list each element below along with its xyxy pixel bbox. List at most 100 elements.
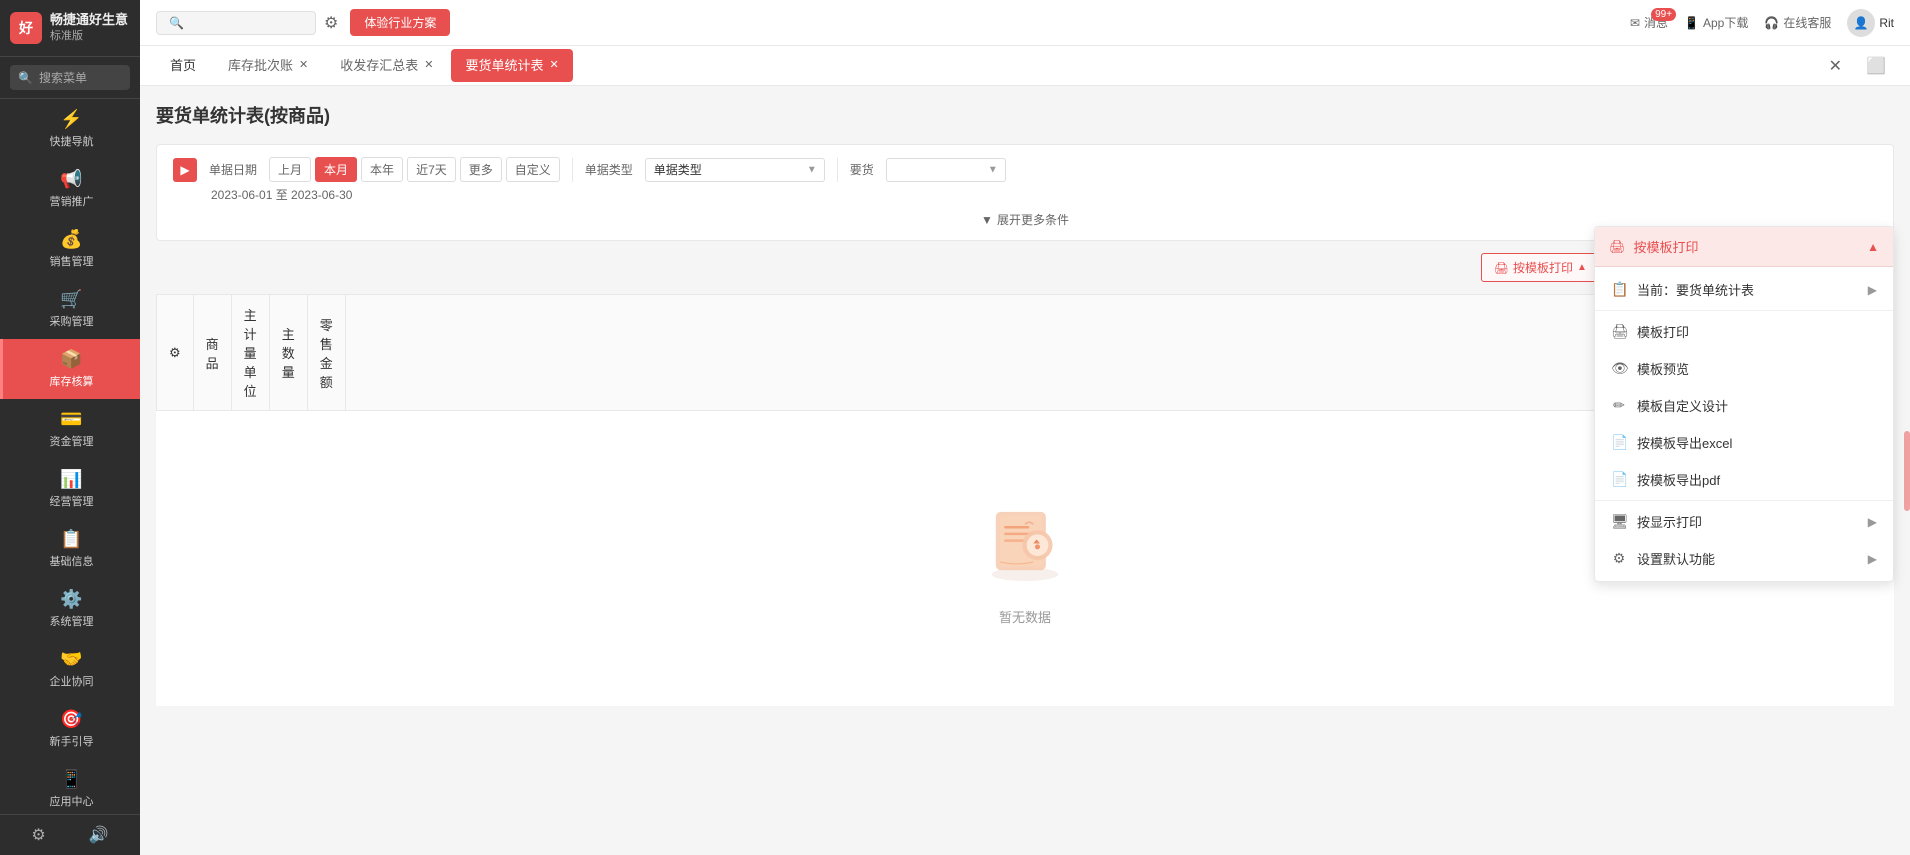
tab-bar: 首页 库存批次账 ✕ 收发存汇总表 ✕ 要货单统计表 ✕ ✕ ⬜ (140, 46, 1910, 86)
sidebar-item-system[interactable]: ⚙️ 系统管理 (0, 579, 140, 639)
date-btn-custom[interactable]: 自定义 (506, 157, 560, 182)
sidebar: 好 畅捷通好生意 标准版 🔍 搜索菜单 ⚡ 快捷导航 📢 营销推广 💰 销售管理… (0, 0, 140, 855)
top-search-box[interactable]: 🔍 (156, 11, 316, 35)
filter-collapse-btn[interactable]: ▶ (173, 158, 197, 182)
tab-receipts[interactable]: 收发存汇总表 ✕ (326, 49, 447, 82)
sidebar-item-finance[interactable]: 💳 资金管理 (0, 399, 140, 459)
system-icon: ⚙️ (60, 589, 82, 610)
tab-close-window-btn[interactable]: ✕ (1821, 53, 1850, 79)
home-label: 首页 (170, 55, 196, 74)
tab-receipts-close[interactable]: ✕ (424, 58, 433, 71)
filter-divider-1 (572, 158, 573, 182)
expand-icon: ▼ (981, 213, 993, 227)
sidebar-item-label-shortcut: 快捷导航 (50, 133, 94, 149)
main-content: 🔍 ⚙ 体验行业方案 ✉ 消息 99+ 📱 App下载 🎧 在线客服 👤 (140, 0, 1910, 855)
sidebar-item-label-finance: 资金管理 (50, 433, 94, 449)
sidebar-bottom: ⚙ 🔊 (0, 814, 140, 855)
logo-text: 畅捷通好生意 标准版 (50, 12, 128, 43)
date-btn-more[interactable]: 更多 (460, 157, 502, 182)
filter-divider-2 (837, 158, 838, 182)
message-icon: ✉ (1630, 16, 1640, 30)
current-template-icon: 📋 (1611, 281, 1627, 298)
tab-orders[interactable]: 要货单统计表 ✕ (451, 49, 572, 82)
export-excel-item[interactable]: 📄 按模板导出excel (1595, 424, 1893, 461)
sidebar-item-marketing[interactable]: 📢 营销推广 (0, 159, 140, 219)
date-btn-this-year[interactable]: 本年 (361, 157, 403, 182)
date-btn-last7[interactable]: 近7天 (407, 157, 456, 182)
template-preview-item[interactable]: 👁 模板预览 (1595, 350, 1893, 387)
inventory-icon: 📦 (60, 349, 82, 370)
sidebar-item-shortcut[interactable]: ⚡ 快捷导航 (0, 99, 140, 159)
filter-collapse-icon: ▶ (180, 163, 189, 177)
sidebar-item-sales[interactable]: 💰 销售管理 (0, 219, 140, 279)
page-title: 要货单统计表(按商品) (156, 102, 1894, 128)
apps-icon: 📱 (60, 769, 82, 790)
export-pdf-item[interactable]: 📄 按模板导出pdf (1595, 461, 1893, 498)
empty-illustration (975, 491, 1075, 591)
printer-icon: 🖨 (1494, 261, 1509, 275)
default-function-item[interactable]: ⚙ 设置默认功能 ▶ (1595, 540, 1893, 577)
search-box[interactable]: 🔍 搜索菜单 (10, 65, 130, 90)
sidebar-search-area[interactable]: 🔍 搜索菜单 (0, 57, 140, 99)
print-dropdown-header-right: ▲ (1867, 240, 1879, 254)
trial-button[interactable]: 体验行业方案 (350, 9, 450, 36)
sidebar-item-label-basic: 基础信息 (50, 553, 94, 569)
order-type-label: 单据类型 (585, 161, 633, 178)
message-area[interactable]: ✉ 消息 99+ (1630, 14, 1668, 31)
sidebar-item-basic[interactable]: 📋 基础信息 (0, 519, 140, 579)
dropdown-divider-1 (1595, 310, 1893, 311)
tab-batch-close[interactable]: ✕ (299, 58, 308, 71)
sidebar-item-enterprise[interactable]: 🤝 企业协同 (0, 639, 140, 699)
export-excel-icon: 📄 (1611, 434, 1627, 451)
template-print-item[interactable]: 🖨 模板打印 (1595, 313, 1893, 350)
online-service-label: 在线客服 (1783, 14, 1831, 31)
user-area[interactable]: 👤 Rit (1847, 9, 1894, 37)
display-print-label: 按显示打印 (1637, 512, 1702, 531)
col-settings[interactable]: ⚙ (157, 295, 194, 411)
sidebar-logo: 好 畅捷通好生意 标准版 (0, 0, 140, 57)
top-bar: 🔍 ⚙ 体验行业方案 ✉ 消息 99+ 📱 App下载 🎧 在线客服 👤 (140, 0, 1910, 46)
version-label: 标准版 (50, 29, 128, 43)
sidebar-item-apps[interactable]: 📱 应用中心 (0, 759, 140, 814)
top-bar-right: ✉ 消息 99+ 📱 App下载 🎧 在线客服 👤 Rit (1630, 9, 1894, 37)
settings-bottom-icon[interactable]: ⚙ (31, 825, 45, 845)
yh-select[interactable] (886, 158, 1006, 182)
top-gear-icon[interactable]: ⚙ (324, 13, 338, 33)
template-design-item[interactable]: ✏ 模板自定义设计 (1595, 387, 1893, 424)
tab-batch[interactable]: 库存批次账 ✕ (214, 49, 322, 82)
app-download-area[interactable]: 📱 App下载 (1684, 14, 1748, 31)
audio-icon[interactable]: 🔊 (89, 825, 109, 845)
col-quantity: 主数量 (269, 295, 307, 411)
current-template-item[interactable]: 📋 当前：要货单统计表 ▶ (1595, 271, 1893, 308)
tab-orders-label: 要货单统计表 (465, 55, 543, 74)
sidebar-item-newbie[interactable]: 🎯 新手引导 (0, 699, 140, 759)
empty-text: 暂无数据 (999, 607, 1051, 626)
export-excel-label: 按模板导出excel (1637, 433, 1732, 452)
default-function-arrow: ▶ (1868, 552, 1877, 566)
top-search-icon: 🔍 (169, 16, 184, 30)
expand-more-button[interactable]: ▼ 展开更多条件 (981, 211, 1069, 228)
online-service-area[interactable]: 🎧 在线客服 (1764, 14, 1831, 31)
tab-maximize-btn[interactable]: ⬜ (1858, 53, 1894, 79)
print-label: 按模板打印 (1513, 259, 1573, 276)
sidebar-item-inventory[interactable]: 📦 库存核算 (0, 339, 140, 399)
display-print-item[interactable]: 🖥 按显示打印 ▶ (1595, 503, 1893, 540)
yh-select-wrapper[interactable] (886, 158, 1006, 182)
order-type-select-wrapper[interactable]: 单据类型 (645, 158, 825, 182)
print-arrow-up-icon: ▲ (1577, 262, 1587, 273)
tab-home[interactable]: 首页 (156, 49, 210, 82)
sidebar-item-operations[interactable]: 📊 经营管理 (0, 459, 140, 519)
print-header-icon: 🖨 (1609, 239, 1626, 255)
date-filter-label: 单据日期 (209, 161, 257, 178)
date-btn-current-month[interactable]: 本月 (315, 157, 357, 182)
default-function-icon: ⚙ (1611, 550, 1627, 567)
order-type-select[interactable]: 单据类型 (645, 158, 825, 182)
tab-orders-close[interactable]: ✕ (550, 58, 559, 71)
sidebar-item-purchase[interactable]: 🛒 采购管理 (0, 279, 140, 339)
collapse-up-icon[interactable]: ▲ (1867, 240, 1879, 254)
column-settings-icon[interactable]: ⚙ (169, 345, 181, 360)
print-template-button[interactable]: 🖨 按模板打印 ▲ (1481, 253, 1600, 282)
scroll-indicator[interactable] (1904, 431, 1910, 511)
date-btn-prev-month[interactable]: 上月 (269, 157, 311, 182)
col-amount: 零售金额 (307, 295, 345, 411)
